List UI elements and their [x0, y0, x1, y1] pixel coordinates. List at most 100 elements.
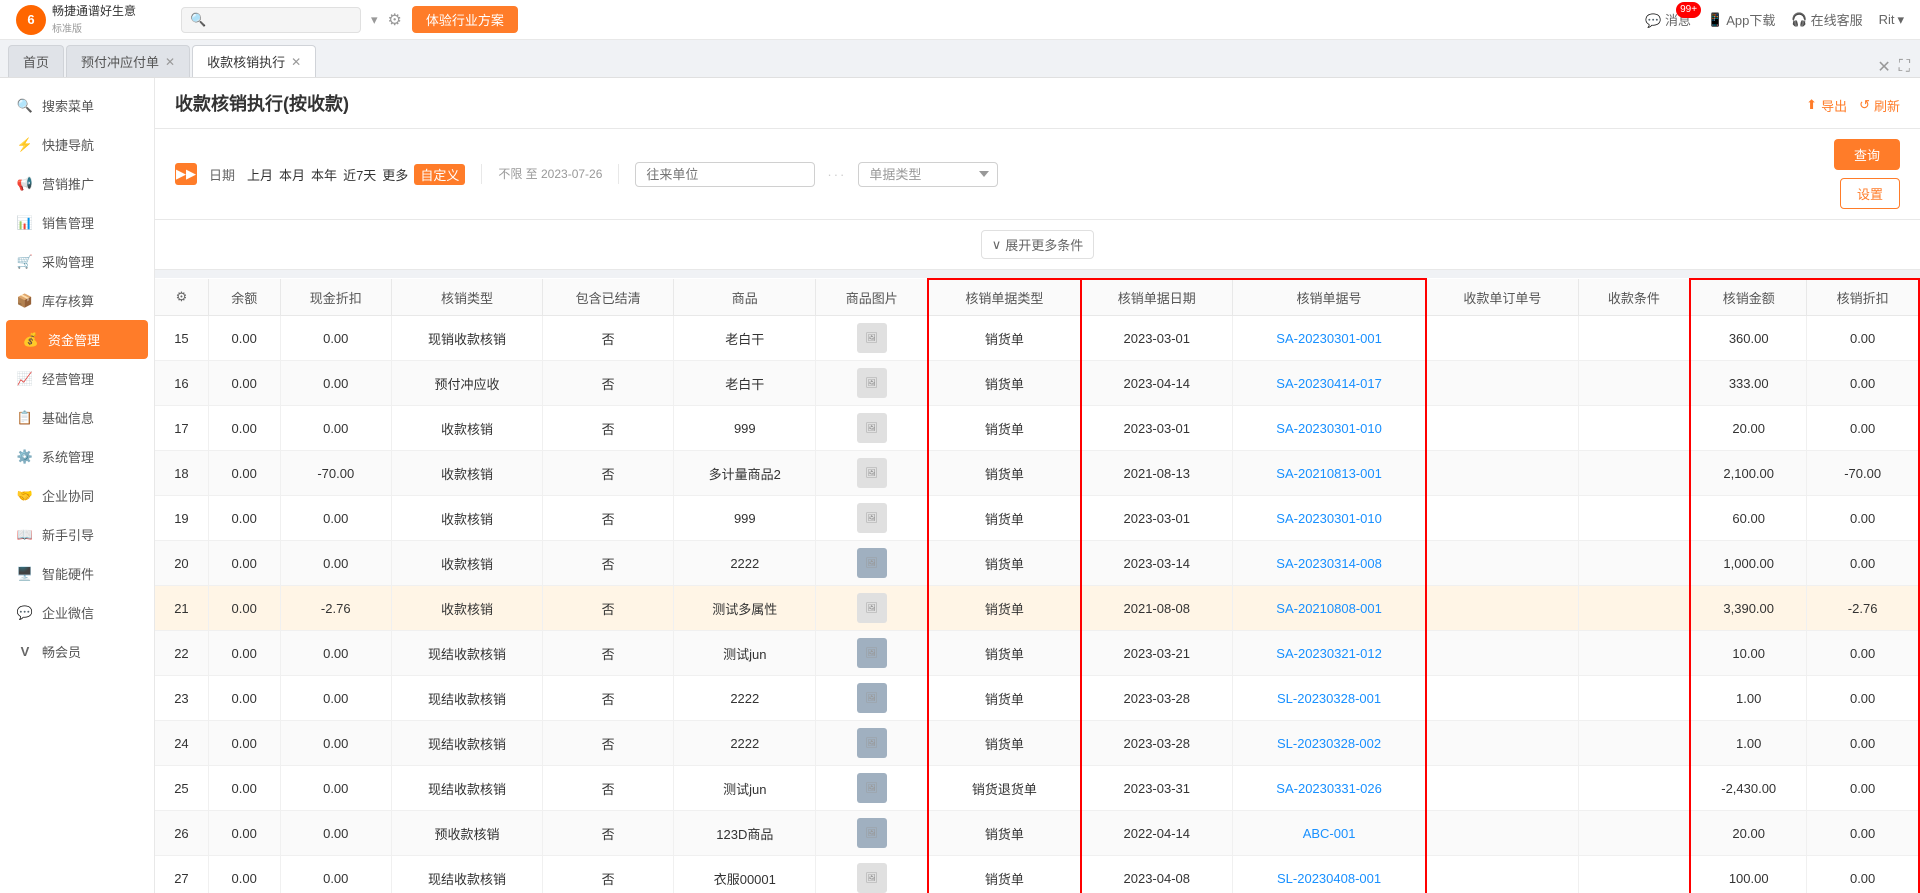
- doc-num-link[interactable]: SA-20230301-001: [1276, 331, 1382, 346]
- cell-doc-num[interactable]: ABC-001: [1232, 811, 1426, 856]
- sidebar-item-search[interactable]: 🔍 搜索菜单: [0, 86, 154, 125]
- expand-more-btn[interactable]: ∨ 展开更多条件: [981, 230, 1095, 259]
- cell-included: 否: [542, 361, 673, 406]
- from-unit-input[interactable]: [635, 162, 815, 187]
- col-header-verify-disc: 核销折扣: [1807, 279, 1919, 316]
- cell-doc-num[interactable]: SA-20230301-001: [1232, 316, 1426, 361]
- sidebar-item-marketing[interactable]: 📢 营销推广: [0, 164, 154, 203]
- col-header-setting[interactable]: ⚙: [155, 279, 208, 316]
- cell-doc-num[interactable]: SA-20230301-010: [1232, 496, 1426, 541]
- sidebar-item-basic[interactable]: 📋 基础信息: [0, 398, 154, 437]
- tab-expand-icon[interactable]: ⛶: [1899, 58, 1910, 76]
- cell-doc-num[interactable]: SA-20230321-012: [1232, 631, 1426, 676]
- doc-num-link[interactable]: SL-20230328-001: [1277, 691, 1381, 706]
- cell-doc-num[interactable]: SA-20230414-017: [1232, 361, 1426, 406]
- doc-num-link[interactable]: ABC-001: [1303, 826, 1356, 841]
- doc-num-link[interactable]: SA-20230331-026: [1276, 781, 1382, 796]
- query-btn[interactable]: 查询: [1834, 139, 1900, 170]
- sidebar-item-sales[interactable]: 📊 销售管理: [0, 203, 154, 242]
- sidebar-item-quicknav[interactable]: ⚡ 快捷导航: [0, 125, 154, 164]
- date-opt-this-year[interactable]: 本年: [311, 165, 337, 184]
- sidebar-item-purchase[interactable]: 🛒 采购管理: [0, 242, 154, 281]
- date-range-text: 不限 至 2023-07-26: [498, 166, 602, 183]
- export-btn[interactable]: ⬆ 导出: [1806, 96, 1847, 115]
- date-opt-custom[interactable]: 自定义: [414, 164, 465, 185]
- doc-num-link[interactable]: SA-20230414-017: [1276, 376, 1382, 391]
- date-opt-last-month[interactable]: 上月: [247, 165, 273, 184]
- sidebar-item-collab[interactable]: 🤝 企业协同: [0, 476, 154, 515]
- cell-doc-date: 2022-04-14: [1081, 811, 1233, 856]
- setting-btn[interactable]: 设置: [1840, 178, 1900, 209]
- sidebar-item-guide[interactable]: 📖 新手引导: [0, 515, 154, 554]
- cell-verify-amount: 100.00: [1690, 856, 1807, 893]
- cell-doc-num[interactable]: SA-20210813-001: [1232, 451, 1426, 496]
- cell-receipt-cond: [1578, 721, 1690, 766]
- date-opt-more[interactable]: 更多: [382, 165, 408, 184]
- cell-verify-type: 收款核销: [391, 541, 542, 586]
- tab-prepay-close-icon[interactable]: ✕: [165, 55, 175, 69]
- top-search-box[interactable]: 🔍: [181, 7, 361, 33]
- doc-num-link[interactable]: SL-20230408-001: [1277, 871, 1381, 886]
- cell-doc-date: 2023-03-01: [1081, 406, 1233, 451]
- wechat-icon: 💬: [16, 605, 34, 621]
- cell-cash-disc: 0.00: [280, 541, 391, 586]
- cell-doc-num[interactable]: SL-20230328-001: [1232, 676, 1426, 721]
- goods-img: 🖼: [857, 683, 887, 713]
- tab-verify-close-icon[interactable]: ✕: [291, 55, 301, 69]
- message-btn[interactable]: 💬 消息 99+: [1645, 10, 1691, 29]
- search-dropdown-icon[interactable]: ▾: [371, 12, 378, 28]
- table-container[interactable]: ⚙ 余额 现金折扣 核销类型 包含已结清 商品 商品图片 核销单据类型 核销单据…: [155, 270, 1920, 893]
- tab-close-all-icon[interactable]: ✕: [1877, 57, 1890, 77]
- doc-num-link[interactable]: SA-20210808-001: [1276, 601, 1382, 616]
- goods-img: 🖼: [857, 548, 887, 578]
- cell-goods: 衣服00001: [674, 856, 816, 893]
- doc-num-link[interactable]: SA-20230301-010: [1276, 511, 1382, 526]
- doc-type-select[interactable]: 单据类型: [858, 162, 998, 187]
- user-menu[interactable]: Rit ▾: [1879, 12, 1904, 28]
- cell-cash-disc: 0.00: [280, 361, 391, 406]
- cell-doc-num[interactable]: SA-20230331-026: [1232, 766, 1426, 811]
- doc-num-link[interactable]: SA-20210813-001: [1276, 466, 1382, 481]
- doc-num-link[interactable]: SL-20230328-002: [1277, 736, 1381, 751]
- cell-verify-disc: 0.00: [1807, 721, 1919, 766]
- cell-doc-num[interactable]: SL-20230408-001: [1232, 856, 1426, 893]
- tab-home[interactable]: 首页: [8, 45, 64, 77]
- cell-doc-num[interactable]: SL-20230328-002: [1232, 721, 1426, 766]
- sidebar-item-system[interactable]: ⚙️ 系统管理: [0, 437, 154, 476]
- cell-doc-date: 2023-03-28: [1081, 721, 1233, 766]
- table-row: 15 0.00 0.00 现销收款核销 否 老白干 🖼 销货单 2023-03-…: [155, 316, 1919, 361]
- refresh-btn[interactable]: ↺ 刷新: [1859, 96, 1900, 115]
- sidebar-item-member[interactable]: V 畅会员: [0, 632, 154, 671]
- date-opt-7days[interactable]: 近7天: [343, 165, 376, 184]
- cell-included: 否: [542, 811, 673, 856]
- cell-balance: 0.00: [208, 496, 280, 541]
- cell-doc-date: 2023-04-08: [1081, 856, 1233, 893]
- cell-doc-num[interactable]: SA-20230301-010: [1232, 406, 1426, 451]
- filter-collapse-btn[interactable]: ▶▶: [175, 163, 197, 185]
- sidebar-item-inventory[interactable]: 📦 库存核算: [0, 281, 154, 320]
- doc-num-link[interactable]: SA-20230301-010: [1276, 421, 1382, 436]
- tab-verify[interactable]: 收款核销执行 ✕: [192, 45, 316, 77]
- tab-prepay[interactable]: 预付冲应付单 ✕: [66, 45, 190, 77]
- cell-cash-disc: 0.00: [280, 721, 391, 766]
- cell-id: 20: [155, 541, 208, 586]
- sidebar-item-operations[interactable]: 📈 经营管理: [0, 359, 154, 398]
- cell-doc-num[interactable]: SA-20230314-008: [1232, 541, 1426, 586]
- doc-num-link[interactable]: SA-20230314-008: [1276, 556, 1382, 571]
- cell-id: 22: [155, 631, 208, 676]
- cell-goods: 2222: [674, 541, 816, 586]
- app-download-btn[interactable]: 📱 App下载: [1707, 10, 1775, 29]
- sidebar-item-finance[interactable]: 💰 资金管理: [6, 320, 148, 359]
- settings-icon[interactable]: ⚙: [388, 10, 402, 30]
- cell-doc-num[interactable]: SA-20210808-001: [1232, 586, 1426, 631]
- sidebar-item-wechat[interactable]: 💬 企业微信: [0, 593, 154, 632]
- online-service-btn[interactable]: 🎧 在线客服: [1791, 10, 1862, 29]
- industry-solution-btn[interactable]: 体验行业方案: [412, 6, 518, 33]
- marketing-icon: 📢: [16, 176, 34, 192]
- table-settings-icon[interactable]: ⚙: [176, 289, 188, 304]
- doc-num-link[interactable]: SA-20230321-012: [1276, 646, 1382, 661]
- date-opt-this-month[interactable]: 本月: [279, 165, 305, 184]
- sidebar-item-basic-label: 基础信息: [42, 408, 94, 427]
- cell-id: 21: [155, 586, 208, 631]
- sidebar-item-hardware[interactable]: 🖥️ 智能硬件: [0, 554, 154, 593]
